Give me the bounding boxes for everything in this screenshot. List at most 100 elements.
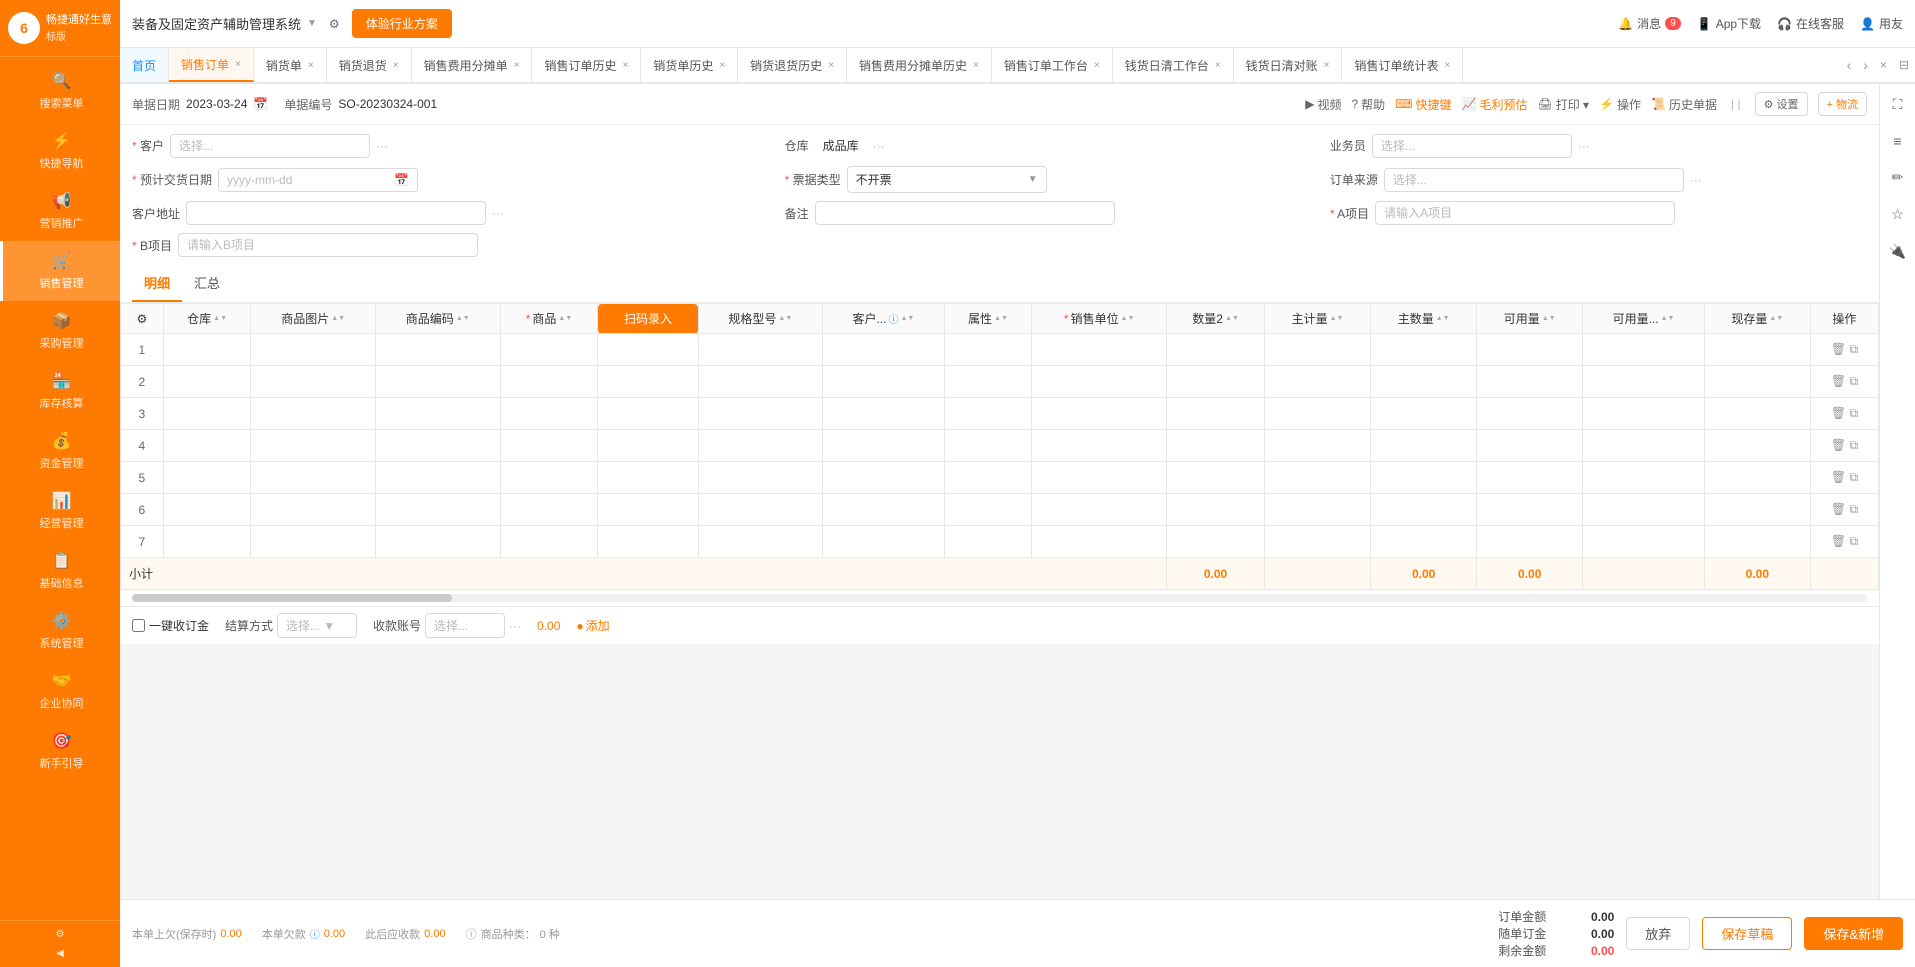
row-6-spec[interactable] <box>698 494 823 526</box>
warehouse-dots-icon[interactable]: ··· <box>873 139 885 153</box>
staff-input[interactable] <box>1372 134 1572 158</box>
tab-cash-reconcile-close[interactable]: × <box>1324 60 1330 71</box>
tab-sales-refund-history[interactable]: 销货退货历史 × <box>738 48 847 82</box>
th-product[interactable]: *商品▲▼ <box>500 304 598 334</box>
row-5-current-qty[interactable] <box>1704 462 1810 494</box>
row-1-attr[interactable] <box>944 334 1032 366</box>
row-4-warehouse[interactable] <box>163 430 251 462</box>
row-7-current-qty[interactable] <box>1704 526 1810 558</box>
row-2-sales-unit[interactable] <box>1032 366 1167 398</box>
row-3-copy-icon[interactable]: ⧉ <box>1849 406 1858 420</box>
date-value[interactable]: 2023-03-24 <box>186 97 247 111</box>
row-2-actions[interactable]: 🗑 ⧉ <box>1810 366 1878 398</box>
solution-button[interactable]: 体验行业方案 <box>352 9 452 38</box>
row-5-scan[interactable] <box>598 462 698 494</box>
th-customer-code[interactable]: 客户...ⓘ▲▼ <box>823 304 945 334</box>
row-6-warehouse[interactable] <box>163 494 251 526</box>
row-6-main-unit[interactable] <box>1265 494 1371 526</box>
row-1-product-code[interactable] <box>375 334 500 366</box>
tab-sales-order-close[interactable]: × <box>235 59 241 70</box>
th-product-image[interactable]: 商品图片▲▼ <box>251 304 376 334</box>
sidebar-item-enterprise[interactable]: 🤝 企业协同 <box>0 661 120 721</box>
tab-cash-reconcile[interactable]: 钱货日清对账 × <box>1234 48 1343 82</box>
row-4-customer-code[interactable] <box>823 430 945 462</box>
row-3-spec[interactable] <box>698 398 823 430</box>
row-7-main-unit[interactable] <box>1265 526 1371 558</box>
row-3-product[interactable] <box>500 398 598 430</box>
row-6-actions[interactable]: 🗑 ⧉ <box>1810 494 1878 526</box>
th-available-qty[interactable]: 可用量▲▼ <box>1477 304 1583 334</box>
row-5-product[interactable] <box>500 462 598 494</box>
row-7-main-qty[interactable] <box>1371 526 1477 558</box>
row-5-qty2[interactable] <box>1167 462 1265 494</box>
row-6-product-code[interactable] <box>375 494 500 526</box>
row-7-spec[interactable] <box>698 526 823 558</box>
sidebar-item-guide[interactable]: 🎯 新手引导 <box>0 721 120 781</box>
row-3-warehouse[interactable] <box>163 398 251 430</box>
address-dots-icon[interactable]: ··· <box>492 206 504 220</box>
row-2-available-more[interactable] <box>1583 366 1705 398</box>
row-7-customer-code[interactable] <box>823 526 945 558</box>
view-action[interactable]: ▶ 视频 <box>1305 96 1341 113</box>
row-4-current-qty[interactable] <box>1704 430 1810 462</box>
row-7-available-qty[interactable] <box>1477 526 1583 558</box>
row-2-product[interactable] <box>500 366 598 398</box>
app-download[interactable]: 📱 App下载 <box>1697 15 1761 32</box>
row-3-attr[interactable] <box>944 398 1032 430</box>
row-1-scan[interactable] <box>598 334 698 366</box>
row-1-warehouse[interactable] <box>163 334 251 366</box>
tab-order-workbench-close[interactable]: × <box>1094 60 1100 71</box>
tab-sales-expense[interactable]: 销售费用分摊单 × <box>412 48 533 82</box>
row-1-product-image[interactable] <box>251 334 376 366</box>
row-4-available-qty[interactable] <box>1477 430 1583 462</box>
tab-expense-history-close[interactable]: × <box>973 60 979 71</box>
row-2-customer-code[interactable] <box>823 366 945 398</box>
row-7-scan[interactable] <box>598 526 698 558</box>
row-3-qty2[interactable] <box>1167 398 1265 430</box>
sidebar-item-operations[interactable]: 📊 经营管理 <box>0 481 120 541</box>
row-2-scan[interactable] <box>598 366 698 398</box>
a-project-input[interactable] <box>1375 201 1675 225</box>
tab-sales-stat-close[interactable]: × <box>1444 60 1450 71</box>
row-5-product-image[interactable] <box>251 462 376 494</box>
row-4-actions[interactable]: 🗑 ⧉ <box>1810 430 1878 462</box>
add-logistics-button[interactable]: + 物流 <box>1818 92 1867 116</box>
sidebar-item-sales[interactable]: 🛒 销售管理 <box>0 241 120 301</box>
add-collection-button[interactable]: ● 添加 <box>576 617 609 634</box>
operation-action[interactable]: ⚡ 操作 <box>1599 96 1641 113</box>
row-6-delete-icon[interactable]: 🗑 <box>1831 502 1846 516</box>
right-list-icon[interactable]: ≡ <box>1889 129 1905 153</box>
th-available-more[interactable]: 可用量...▲▼ <box>1583 304 1705 334</box>
th-scan-input[interactable]: 扫码录入 <box>598 304 698 334</box>
row-2-attr[interactable] <box>944 366 1032 398</box>
sidebar-item-baseinfo[interactable]: 📋 基础信息 <box>0 541 120 601</box>
tab-sales-return-history-close[interactable]: × <box>719 60 725 71</box>
discard-button[interactable]: 放弃 <box>1626 917 1690 950</box>
collection-account-select[interactable]: 选择... <box>425 613 505 638</box>
row-7-product-code[interactable] <box>375 526 500 558</box>
row-1-current-qty[interactable] <box>1704 334 1810 366</box>
order-source-input[interactable] <box>1384 168 1684 192</box>
row-7-qty2[interactable] <box>1167 526 1265 558</box>
row-4-scan[interactable] <box>598 430 698 462</box>
right-plugin-icon[interactable]: 🔌 <box>1885 239 1910 264</box>
online-support[interactable]: 🎧 在线客服 <box>1777 15 1844 32</box>
tab-menu-icon[interactable]: ⊟ <box>1893 58 1915 72</box>
row-1-qty2[interactable] <box>1167 334 1265 366</box>
row-3-available-qty[interactable] <box>1477 398 1583 430</box>
row-6-copy-icon[interactable]: ⧉ <box>1849 502 1858 516</box>
th-attr[interactable]: 属性▲▼ <box>944 304 1032 334</box>
row-3-main-unit[interactable] <box>1265 398 1371 430</box>
row-6-attr[interactable] <box>944 494 1032 526</box>
tab-sales-order[interactable]: 销售订单 × <box>169 48 254 82</box>
tab-summary[interactable]: 汇总 <box>182 265 232 302</box>
row-3-delete-icon[interactable]: 🗑 <box>1831 406 1846 420</box>
row-2-main-unit[interactable] <box>1265 366 1371 398</box>
row-6-customer-code[interactable] <box>823 494 945 526</box>
row-7-available-more[interactable] <box>1583 526 1705 558</box>
tab-sales-refund-history-close[interactable]: × <box>828 60 834 71</box>
sidebar-item-system[interactable]: ⚙️ 系统管理 <box>0 601 120 661</box>
row-2-spec[interactable] <box>698 366 823 398</box>
th-warehouse[interactable]: 仓库▲▼ <box>163 304 251 334</box>
row-4-main-unit[interactable] <box>1265 430 1371 462</box>
